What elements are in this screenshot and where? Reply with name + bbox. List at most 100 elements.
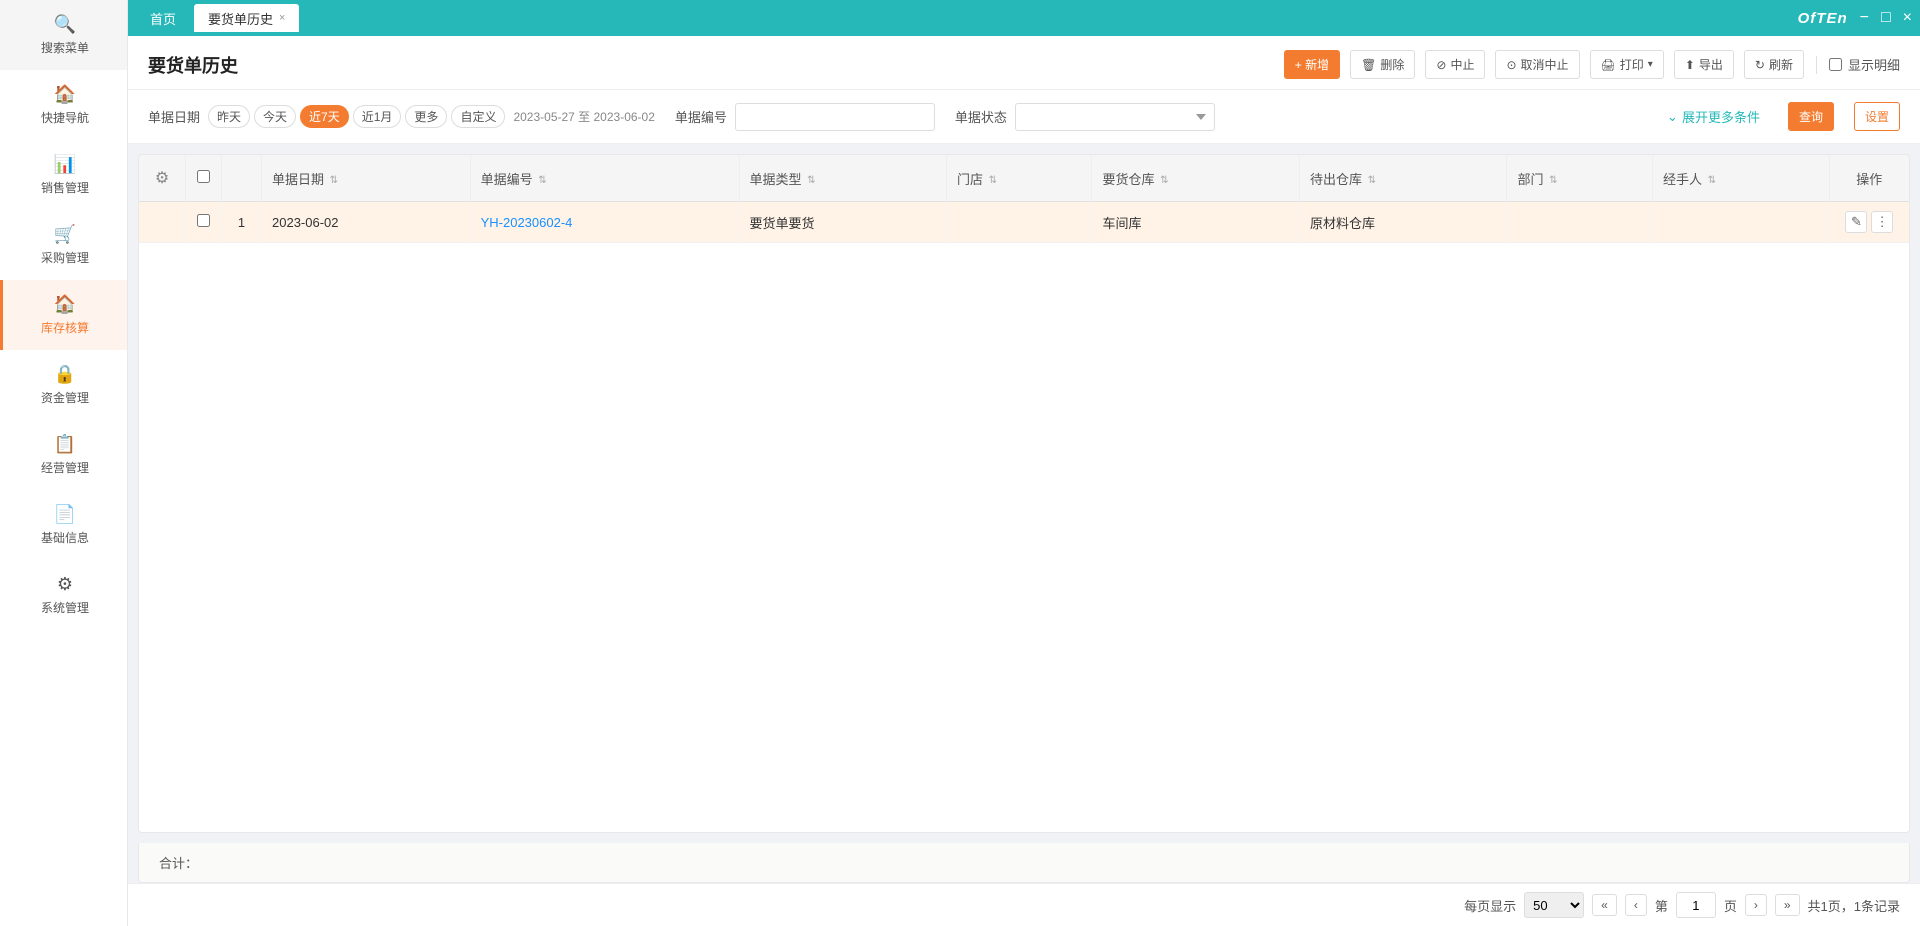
total-label: 共1页，1条记录 xyxy=(1808,896,1900,915)
col-header-pending-warehouse: 待出仓库 ⇅ xyxy=(1299,155,1506,202)
summary-label: 合计： xyxy=(159,853,198,872)
select-all-checkbox[interactable] xyxy=(197,170,210,183)
page-suffix: 页 xyxy=(1724,896,1737,915)
filter-area: 单据日期 昨天 今天 近7天 近1月 更多 自定义 2023-05-27 至 2… xyxy=(128,90,1920,144)
suspend-icon: ⊘ xyxy=(1436,58,1446,72)
settings-filter-button[interactable]: 设置 xyxy=(1854,102,1900,131)
display-detail-checkbox[interactable] xyxy=(1829,58,1842,71)
document-icon: 📄 xyxy=(54,504,76,525)
sort-pending-warehouse-icon[interactable]: ⇅ xyxy=(1368,175,1376,186)
col-header-date: 单据日期 ⇅ xyxy=(262,155,471,202)
sidebar-item-search[interactable]: 🔍 搜索菜单 xyxy=(0,0,127,70)
row-settings-cell xyxy=(139,202,186,243)
date-btn-today[interactable]: 今天 xyxy=(254,105,296,128)
row-checkbox-cell xyxy=(186,202,222,243)
row-order-no: YH-20230602-4 xyxy=(470,202,739,243)
page-number-input[interactable] xyxy=(1676,892,1716,918)
row-department xyxy=(1507,202,1653,243)
sidebar-item-operations[interactable]: 📋 经营管理 xyxy=(0,420,127,490)
sort-store-icon[interactable]: ⇅ xyxy=(989,175,997,186)
toolbar: + 新增 🗑 🗑 删除 删除 ⊘ 中止 ⊙ 取消中止 🖨 打印 xyxy=(1284,50,1900,79)
sort-department-icon[interactable]: ⇅ xyxy=(1549,175,1557,186)
expand-more-btn[interactable]: ⌄ 展开更多条件 xyxy=(1667,107,1760,126)
status-label: 单据状态 xyxy=(955,107,1007,126)
row-edit-icon[interactable]: ✎ xyxy=(1845,211,1867,233)
next-page-button[interactable]: › xyxy=(1745,894,1767,916)
sort-order-no-icon[interactable]: ⇅ xyxy=(538,175,546,186)
row-date: 2023-06-02 xyxy=(262,202,471,243)
query-button[interactable]: 查询 xyxy=(1788,102,1834,131)
sidebar-item-basicinfo[interactable]: 📄 基础信息 xyxy=(0,490,127,560)
tab-home-label: 首页 xyxy=(150,9,176,28)
print-dropdown-icon: ▾ xyxy=(1648,59,1653,70)
sidebar-item-label: 搜索菜单 xyxy=(41,39,89,56)
main-area: 首页 要货单历史 × OfTEn − □ × 要货单历史 + 新增 🗑 🗑 删除 xyxy=(128,0,1920,926)
cancel-suspend-button[interactable]: ⊙ 取消中止 xyxy=(1495,50,1579,79)
sidebar-item-sales[interactable]: 📊 销售管理 xyxy=(0,140,127,210)
new-button[interactable]: + 新增 xyxy=(1284,50,1340,79)
row-handler xyxy=(1652,202,1829,243)
col-header-handler: 经手人 ⇅ xyxy=(1652,155,1829,202)
sidebar-item-quicknav[interactable]: 🏠 快捷导航 xyxy=(0,70,127,140)
date-btn-more[interactable]: 更多 xyxy=(405,105,447,128)
sidebar-item-label: 基础信息 xyxy=(41,529,89,546)
export-button[interactable]: ⬆ 导出 xyxy=(1674,50,1734,79)
first-page-button[interactable]: « xyxy=(1592,894,1617,916)
column-settings-icon[interactable]: ⚙ xyxy=(149,165,175,191)
tab-home[interactable]: 首页 xyxy=(136,4,190,32)
expand-icon: ⌄ xyxy=(1667,109,1678,125)
sidebar-item-purchase[interactable]: 🛒 采购管理 xyxy=(0,210,127,280)
date-btn-1month[interactable]: 近1月 xyxy=(353,105,402,128)
status-select[interactable] xyxy=(1015,103,1215,131)
table-area: ⚙ 单据日期 ⇅ 单据编号 ⇅ xyxy=(138,154,1910,833)
row-more-icon[interactable]: ⋮ xyxy=(1871,211,1893,233)
close-window-icon[interactable]: × xyxy=(1903,9,1912,27)
date-range-text: 2023-05-27 至 2023-06-02 xyxy=(513,108,654,125)
clipboard-icon: 📋 xyxy=(54,434,76,455)
sidebar-item-label: 系统管理 xyxy=(41,599,89,616)
cart-icon: 🛒 xyxy=(54,224,76,245)
sidebar-item-system[interactable]: ⚙ 系统管理 xyxy=(0,560,127,630)
home-icon: 🏠 xyxy=(54,84,76,105)
export-icon: ⬆ xyxy=(1685,58,1695,72)
order-no-input[interactable] xyxy=(735,103,935,131)
row-num: 1 xyxy=(222,202,262,243)
sidebar-item-finance[interactable]: 🔒 资金管理 xyxy=(0,350,127,420)
prev-page-button[interactable]: ‹ xyxy=(1625,894,1647,916)
tab-requisition-history[interactable]: 要货单历史 × xyxy=(194,4,299,32)
col-header-req-warehouse: 要货仓库 ⇅ xyxy=(1092,155,1299,202)
chart-icon: 📊 xyxy=(54,154,76,175)
date-filter-group: 单据日期 昨天 今天 近7天 近1月 更多 自定义 2023-05-27 至 2… xyxy=(148,105,655,128)
date-btn-custom[interactable]: 自定义 xyxy=(451,105,505,128)
refresh-icon: ↻ xyxy=(1755,58,1765,72)
print-button[interactable]: 🖨 打印 ▾ xyxy=(1590,50,1664,79)
sidebar-item-inventory[interactable]: 🏠 库存核算 xyxy=(0,280,127,350)
pagination-bar: 每页显示 10 20 50 100 « ‹ 第 页 › » 共1页，1条记录 xyxy=(128,883,1920,926)
sort-req-warehouse-icon[interactable]: ⇅ xyxy=(1160,175,1168,186)
suspend-button[interactable]: ⊘ 中止 xyxy=(1425,50,1485,79)
delete-button[interactable]: 🗑 🗑 删除 删除 xyxy=(1350,50,1415,79)
table-body: 1 2023-06-02 YH-20230602-4 要货单要货 车间库 原材料… xyxy=(139,202,1909,243)
maximize-icon[interactable]: □ xyxy=(1881,9,1891,27)
sort-date-icon[interactable]: ⇅ xyxy=(330,175,338,186)
per-page-select[interactable]: 10 20 50 100 xyxy=(1524,892,1584,918)
date-btn-7days[interactable]: 近7天 xyxy=(300,105,349,128)
page-content: 要货单历史 + 新增 🗑 🗑 删除 删除 ⊘ 中止 ⊙ 取消中止 xyxy=(128,36,1920,926)
date-btn-yesterday[interactable]: 昨天 xyxy=(208,105,250,128)
filter-row-1: 单据日期 昨天 今天 近7天 近1月 更多 自定义 2023-05-27 至 2… xyxy=(148,102,1900,131)
refresh-button[interactable]: ↻ 刷新 xyxy=(1744,50,1804,79)
per-page-label: 每页显示 xyxy=(1464,896,1516,915)
order-no-link[interactable]: YH-20230602-4 xyxy=(481,215,573,230)
last-page-button[interactable]: » xyxy=(1775,894,1800,916)
page-title: 要货单历史 xyxy=(148,52,1284,78)
tab-bar-right: OfTEn − □ × xyxy=(1798,9,1912,27)
brand-label: OfTEn xyxy=(1798,10,1848,27)
row-checkbox[interactable] xyxy=(197,214,210,227)
row-pending-warehouse: 原材料仓库 xyxy=(1299,202,1506,243)
display-detail-toggle[interactable]: 显示明细 xyxy=(1829,55,1900,74)
tab-close-icon[interactable]: × xyxy=(279,12,285,24)
minimize-icon[interactable]: − xyxy=(1860,9,1869,27)
sort-handler-icon[interactable]: ⇅ xyxy=(1708,175,1716,186)
sort-order-type-icon[interactable]: ⇅ xyxy=(807,175,815,186)
gear-icon: ⚙ xyxy=(57,574,73,595)
